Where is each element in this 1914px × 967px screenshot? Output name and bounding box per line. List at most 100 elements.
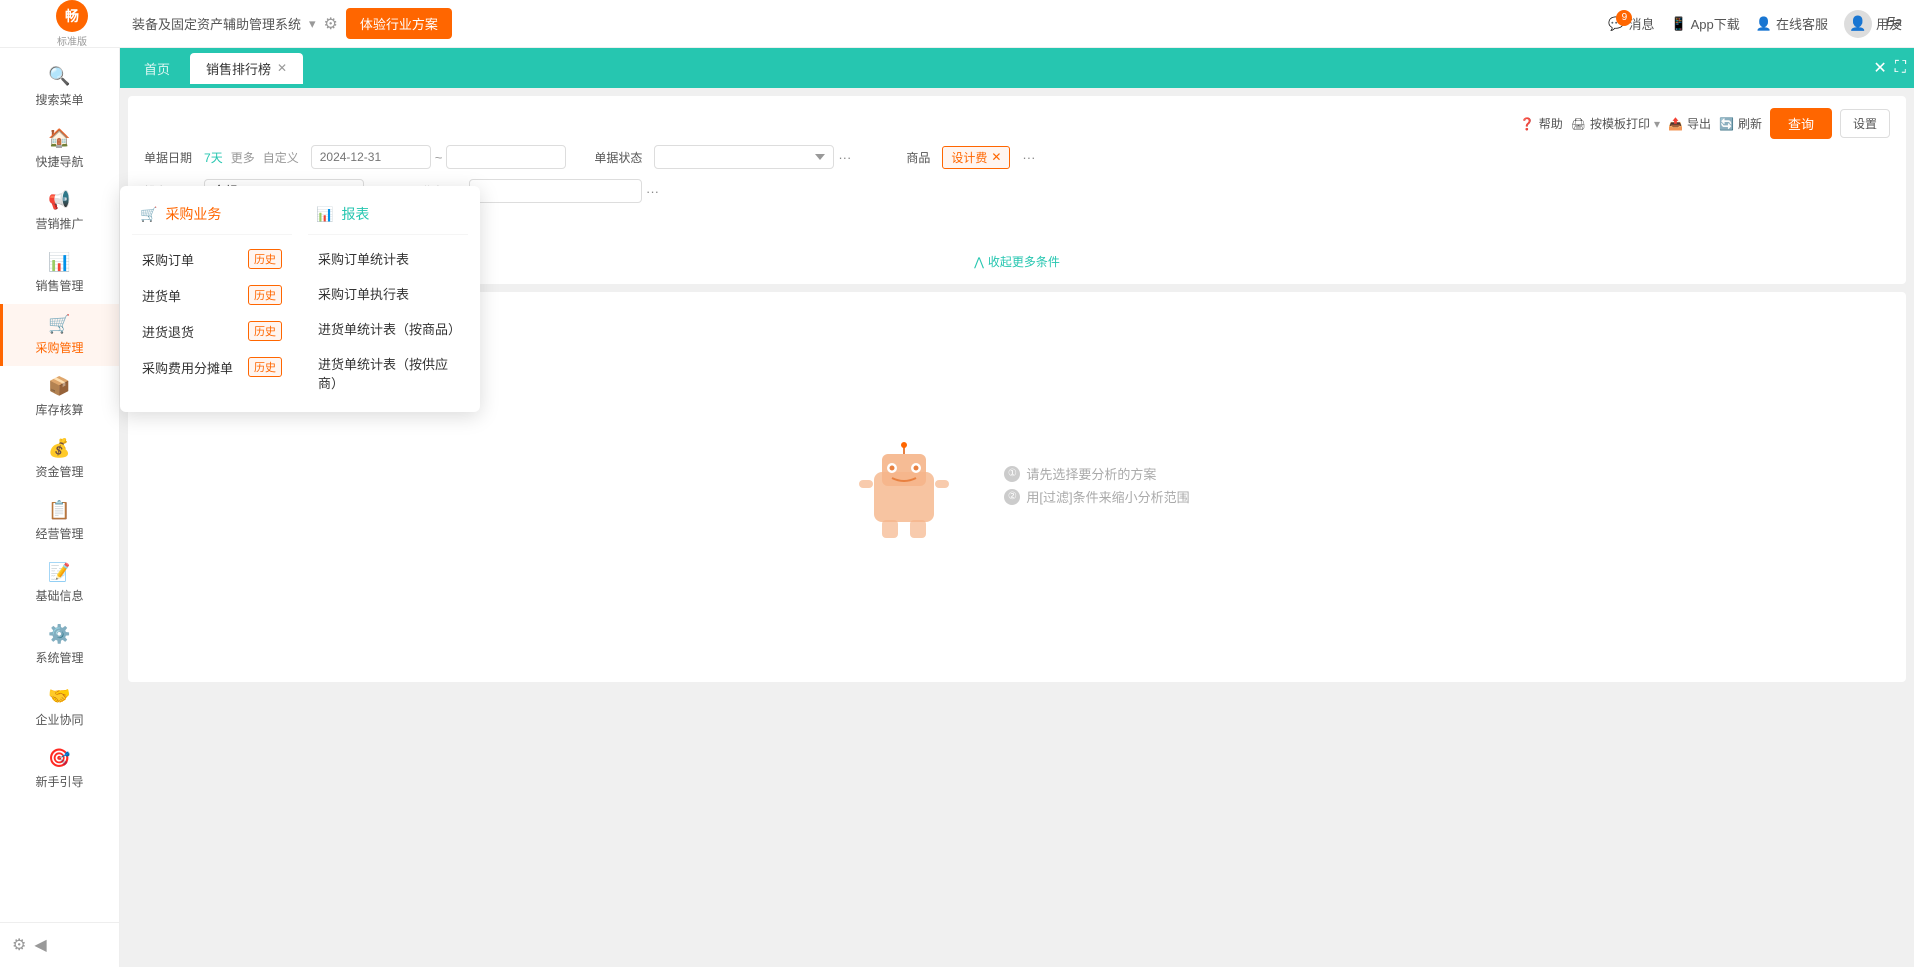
inventory-icon: 📦 (48, 376, 70, 397)
sales-icon: 📊 (48, 252, 70, 273)
system-icon: ⚙️ (48, 624, 70, 645)
sidebar-item-guide-label: 新手引导 (35, 773, 83, 790)
goods-more-icon[interactable]: ··· (1022, 150, 1035, 165)
goods-tag-chip: 设计费 ✕ (942, 146, 1010, 169)
settings-btn[interactable]: 设置 (1840, 109, 1890, 138)
goods-receive-history-badge: 历史 (248, 285, 282, 305)
top-right-area: 💬 9 消息 📱 App下载 👤 在线客服 👤 用友 Ea (1608, 10, 1902, 38)
date-separator: ~ (435, 150, 443, 165)
empty-content: ① 请先选择要分析的方案 ② 用[过滤]条件来缩小分析范围 (844, 432, 1189, 542)
sidebar-item-operations-label: 经营管理 (35, 525, 83, 542)
top-bar: 畅 标准版 装备及固定资产辅助管理系统 ▾ ⚙ 体验行业方案 💬 9 消息 📱 … (0, 0, 1914, 48)
bill-status-more-icon[interactable]: ··· (838, 150, 851, 165)
dropdown-item-goods-return[interactable]: 进货退货 历史 (132, 313, 292, 349)
tab-close-icon[interactable]: ✕ (277, 61, 287, 75)
print-dropdown-icon[interactable]: ▾ (1654, 117, 1660, 131)
sidebar-bottom: ⚙ ◀ (0, 922, 119, 967)
date-end-input[interactable] (446, 145, 566, 169)
purchase-expense-history-badge: 历史 (248, 357, 282, 377)
dropdown-item-purchase-expense[interactable]: 采购费用分摊单 历史 (132, 349, 292, 385)
sidebar-collapse-btn[interactable]: ◀ (34, 935, 46, 955)
phone-icon: 📱 (1670, 16, 1686, 32)
purchase-order-label: 采购订单 (142, 250, 194, 269)
query-btn[interactable]: 查询 (1770, 108, 1832, 139)
search-icon: 🔍 (48, 66, 70, 87)
dropdown-item-purchase-order-stat[interactable]: 采购订单统计表 (308, 241, 468, 276)
sidebar-item-purchase[interactable]: 🛒 采购管理 (0, 304, 119, 366)
purchase-order-history-badge: 历史 (248, 249, 282, 269)
app-download-label: App下载 (1691, 14, 1740, 33)
refresh-icon: 🔄 (1719, 117, 1734, 131)
date-label: 单据日期 (144, 149, 192, 166)
title-gear-icon[interactable]: ⚙ (324, 14, 338, 34)
date-more[interactable]: 更多 (231, 149, 255, 166)
date-custom[interactable]: 自定义 (263, 149, 299, 166)
refresh-btn[interactable]: 🔄 刷新 (1719, 115, 1762, 132)
date-7d[interactable]: 7天 (204, 149, 223, 166)
tab-home-label: 首页 (144, 59, 170, 78)
reports-col-label: 报表 (341, 204, 369, 224)
filter-actions-row: ❓ 帮助 🖨 按模板打印 ▾ 📤 导出 🔄 刷新 (144, 108, 1890, 139)
dropdown-item-receive-stat-supplier[interactable]: 进货单统计表（按供应商） (308, 346, 468, 400)
goods-tag-value: 设计费 (951, 149, 987, 166)
date-start-input[interactable] (311, 145, 431, 169)
ea-label: Ea (1886, 14, 1902, 29)
operations-icon: 📋 (48, 500, 70, 521)
online-service-item[interactable]: 👤 在线客服 (1756, 14, 1828, 33)
goods-return-history-badge: 历史 (248, 321, 282, 341)
collapse-label: 收起更多条件 (988, 253, 1060, 270)
tip-text-1: 请先选择要分析的方案 (1026, 464, 1156, 483)
service-icon: 👤 (1756, 16, 1772, 32)
purchase-order-stat-label: 采购订单统计表 (318, 249, 409, 268)
sidebar-item-enterprise[interactable]: 🤝 企业协同 (0, 676, 119, 738)
sidebar-item-search[interactable]: 🔍 搜索菜单 (0, 56, 119, 118)
enterprise-icon: 🤝 (48, 686, 70, 707)
sidebar-item-system[interactable]: ⚙️ 系统管理 (0, 614, 119, 676)
dropdown-item-purchase-order-exec[interactable]: 采购订单执行表 (308, 276, 468, 311)
tab-sales-rank[interactable]: 销售排行榜 ✕ (190, 53, 303, 84)
receive-stat-supplier-label: 进货单统计表（按供应商） (318, 354, 458, 392)
goods-tag-close-icon[interactable]: ✕ (991, 150, 1001, 164)
receive-stat-goods-label: 进货单统计表（按商品） (318, 319, 458, 338)
sidebar-item-operations[interactable]: 📋 经营管理 (0, 490, 119, 552)
sidebar-item-basic-info-label: 基础信息 (35, 587, 83, 604)
empty-tips: ① 请先选择要分析的方案 ② 用[过滤]条件来缩小分析范围 (1004, 464, 1189, 510)
logo-subtitle: 标准版 (57, 33, 87, 48)
dropdown-item-goods-receive[interactable]: 进货单 历史 (132, 277, 292, 313)
purchase-col-icon: 🛒 (140, 206, 157, 223)
sidebar-item-basic-info[interactable]: 📝 基础信息 (0, 552, 119, 614)
salesperson-more-icon[interactable]: ··· (646, 184, 659, 199)
sidebar-item-sales[interactable]: 📊 销售管理 (0, 242, 119, 304)
bill-status-select[interactable] (654, 145, 834, 169)
goods-return-label: 进货退货 (142, 322, 194, 341)
title-dropdown-icon[interactable]: ▾ (309, 16, 316, 32)
industry-btn[interactable]: 体验行业方案 (346, 8, 452, 39)
dropdown-item-receive-stat-goods[interactable]: 进货单统计表（按商品） (308, 311, 468, 346)
basic-info-icon: 📝 (48, 562, 70, 583)
print-btn[interactable]: 🖨 按模板打印 ▾ (1571, 115, 1660, 132)
sidebar-item-quick-nav[interactable]: 🏠 快捷导航 (0, 118, 119, 180)
tab-bar-close-icon[interactable]: ✕ (1873, 58, 1886, 78)
message-label: 消息 (1628, 14, 1654, 33)
help-btn[interactable]: ❓ 帮助 (1520, 115, 1563, 132)
tab-bar: 首页 销售排行榜 ✕ ✕ ⛶ (120, 48, 1914, 88)
dropdown-item-purchase-order[interactable]: 采购订单 历史 (132, 241, 292, 277)
tab-home[interactable]: 首页 (128, 53, 186, 84)
app-download-item[interactable]: 📱 App下载 (1670, 14, 1739, 33)
sidebar-item-inventory[interactable]: 📦 库存核算 (0, 366, 119, 428)
sidebar-item-finance-label: 资金管理 (35, 463, 83, 480)
sidebar-settings-btn[interactable]: ⚙ (12, 935, 26, 955)
export-btn[interactable]: 📤 导出 (1668, 115, 1711, 132)
sidebar-item-guide[interactable]: 🎯 新手引导 (0, 738, 119, 800)
empty-robot-container (844, 432, 964, 542)
message-item[interactable]: 💬 9 消息 (1608, 14, 1654, 33)
sidebar-item-purchase-label: 采购管理 (35, 339, 83, 356)
sidebar-item-search-label: 搜索菜单 (35, 91, 83, 108)
salesperson-input[interactable] (469, 179, 642, 203)
reports-col-icon: 📊 (316, 206, 333, 223)
system-title-area: 装备及固定资产辅助管理系统 ▾ ⚙ 体验行业方案 (132, 8, 1608, 39)
marketing-icon: 📢 (48, 190, 70, 211)
tab-bar-maximize-icon[interactable]: ⛶ (1895, 59, 1906, 77)
sidebar-item-marketing[interactable]: 📢 营销推广 (0, 180, 119, 242)
sidebar-item-finance[interactable]: 💰 资金管理 (0, 428, 119, 490)
